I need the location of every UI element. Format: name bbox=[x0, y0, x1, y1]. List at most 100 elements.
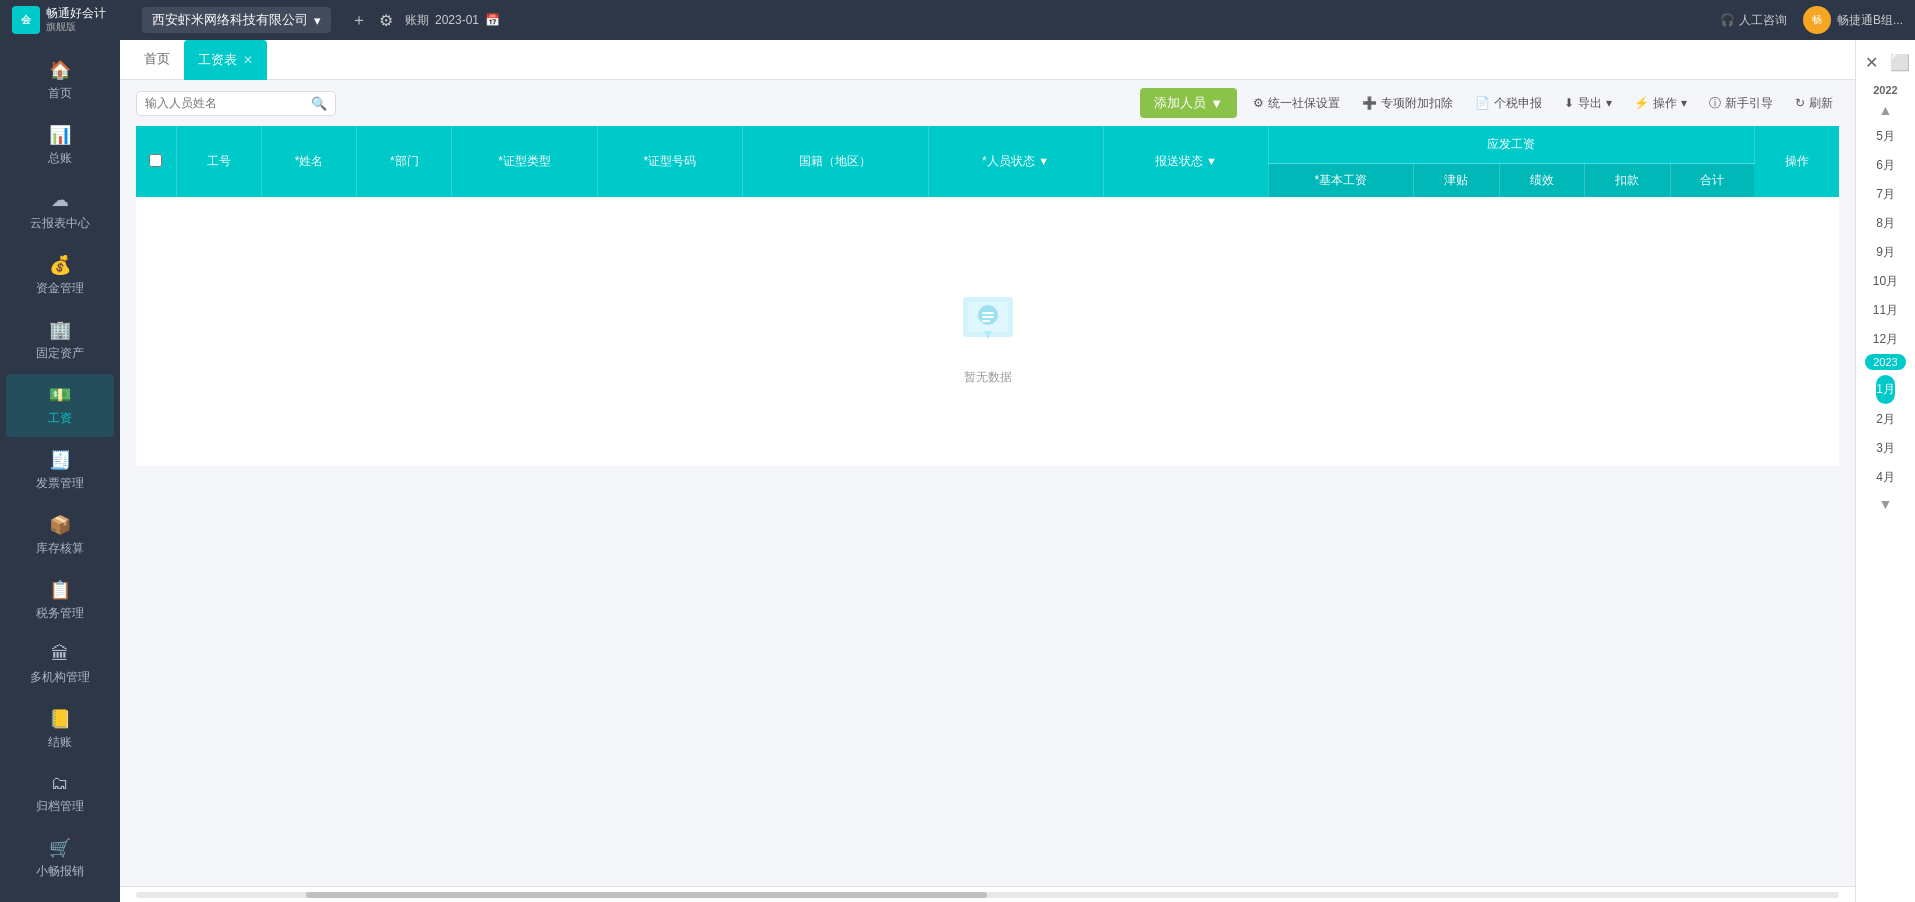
period-label-text: 账期 bbox=[405, 12, 429, 29]
sidebar-item-inventory[interactable]: 📦 库存核算 bbox=[6, 504, 114, 567]
header-actions: ＋ ⚙ 账期 2023-01 📅 bbox=[351, 10, 1720, 31]
sidebar-item-assets[interactable]: 🏢 固定资产 bbox=[6, 309, 114, 372]
add-button[interactable]: ＋ bbox=[351, 10, 367, 31]
empty-state: 暂无数据 bbox=[136, 197, 1839, 466]
month-oct-2022[interactable]: 10月 bbox=[1856, 267, 1915, 296]
operations-btn[interactable]: ⚡ 操作 ▾ bbox=[1628, 91, 1693, 116]
multi-org-icon: 🏛 bbox=[51, 644, 69, 665]
sidebar-item-label: 库存核算 bbox=[36, 540, 84, 557]
tab-bar: 首页 工资表 ✕ bbox=[120, 40, 1855, 80]
special-deduction-btn[interactable]: ➕ 专项附加扣除 bbox=[1356, 91, 1459, 116]
select-all-checkbox[interactable] bbox=[149, 154, 162, 167]
company-name: 西安虾米网络科技有限公司 bbox=[152, 11, 308, 29]
scroll-up-icon[interactable]: ▲ bbox=[1874, 98, 1898, 122]
inventory-icon: 📦 bbox=[49, 514, 71, 536]
headset-icon: 🎧 bbox=[1720, 13, 1735, 27]
sidebar-item-invoice[interactable]: 🧾 发票管理 bbox=[6, 439, 114, 502]
sidebar-item-home[interactable]: 🏠 首页 bbox=[6, 49, 114, 112]
month-apr-2023[interactable]: 4月 bbox=[1856, 463, 1915, 492]
archive-icon: 🗂 bbox=[51, 773, 69, 794]
th-checkbox[interactable] bbox=[136, 126, 176, 197]
calendar-icon[interactable]: 📅 bbox=[485, 13, 500, 27]
sidebar-item-cloud-report[interactable]: ☁ 云报表中心 bbox=[6, 179, 114, 242]
month-jan-2023[interactable]: 1月 bbox=[1876, 375, 1895, 404]
month-may-2022[interactable]: 5月 bbox=[1856, 122, 1915, 151]
logo-area: 会 畅通好会计 旗舰版 bbox=[12, 6, 132, 34]
month-mar-2023[interactable]: 3月 bbox=[1856, 434, 1915, 463]
th-name: *姓名 bbox=[261, 126, 356, 197]
tab-salary[interactable]: 工资表 ✕ bbox=[184, 40, 267, 80]
export-btn[interactable]: ⬇ 导出 ▾ bbox=[1558, 91, 1618, 116]
sidebar: 🏠 首页 📊 总账 ☁ 云报表中心 💰 资金管理 🏢 固定资产 💵 工资 🧾 发… bbox=[0, 40, 120, 902]
sidebar-item-multi-org[interactable]: 🏛 多机构管理 bbox=[6, 634, 114, 696]
sidebar-item-label: 固定资产 bbox=[36, 345, 84, 362]
settings-icon-button[interactable]: ⚙ bbox=[379, 11, 393, 30]
toolbar: 🔍 添加人员 ▼ ⚙ 统一社保设置 ➕ 专项附加扣除 📄 个税申报 bbox=[120, 80, 1855, 126]
report-filter-icon[interactable]: ▼ bbox=[1206, 155, 1217, 167]
scroll-down-icon[interactable]: ▼ bbox=[1874, 492, 1898, 516]
search-input[interactable] bbox=[145, 96, 311, 110]
year-2023-badge[interactable]: 2023 bbox=[1865, 354, 1905, 370]
scroll-thumb[interactable] bbox=[306, 892, 987, 898]
add-person-button[interactable]: 添加人员 ▼ bbox=[1140, 88, 1237, 118]
salary-icon: 💵 bbox=[49, 384, 71, 406]
invoice-icon: 🧾 bbox=[49, 449, 71, 471]
sidebar-item-label: 多机构管理 bbox=[30, 669, 90, 686]
assets-icon: 🏢 bbox=[49, 319, 71, 341]
scroll-bar bbox=[120, 886, 1855, 902]
guide-circle-icon: ⓘ bbox=[1709, 95, 1721, 112]
status-filter-icon[interactable]: ▼ bbox=[1038, 155, 1049, 167]
sidebar-item-label: 工资 bbox=[48, 410, 72, 427]
right-date-panel: ✕ ⬜ 2022 ▲ 5月 6月 7月 8月 9月 10月 11月 12月 20… bbox=[1855, 40, 1915, 902]
social-security-btn[interactable]: ⚙ 统一社保设置 bbox=[1247, 91, 1346, 116]
th-id: 工号 bbox=[176, 126, 261, 197]
sidebar-item-ledger[interactable]: 📊 总账 bbox=[6, 114, 114, 177]
guide-btn[interactable]: ⓘ 新手引导 bbox=[1703, 91, 1779, 116]
search-icon: 🔍 bbox=[311, 96, 327, 111]
month-nov-2022[interactable]: 11月 bbox=[1856, 296, 1915, 325]
month-feb-2023[interactable]: 2月 bbox=[1856, 405, 1915, 434]
close-window-btn[interactable]: ✕ bbox=[1862, 52, 1882, 72]
sidebar-item-tax[interactable]: 📋 税务管理 bbox=[6, 569, 114, 632]
sidebar-item-label: 总账 bbox=[48, 150, 72, 167]
window-controls: ✕ ⬜ bbox=[1856, 48, 1915, 80]
th-status[interactable]: *人员状态 ▼ bbox=[928, 126, 1103, 197]
sidebar-item-settings[interactable]: ⚙ 基础设置 bbox=[6, 892, 114, 902]
month-aug-2022[interactable]: 8月 bbox=[1856, 209, 1915, 238]
salary-table: 工号 *姓名 *部门 *证型类型 *证型号码 国籍（地区） *人员状态 ▼ 报送… bbox=[136, 126, 1839, 466]
month-jun-2022[interactable]: 6月 bbox=[1856, 151, 1915, 180]
tab-home[interactable]: 首页 bbox=[130, 40, 184, 80]
table-wrap: 工号 *姓名 *部门 *证型类型 *证型号码 国籍（地区） *人员状态 ▼ 报送… bbox=[120, 126, 1855, 886]
th-report[interactable]: 报送状态 ▼ bbox=[1103, 126, 1268, 197]
sidebar-item-close-accounts[interactable]: 📒 结账 bbox=[6, 698, 114, 761]
sidebar-item-funds[interactable]: 💰 资金管理 bbox=[6, 244, 114, 307]
maximize-window-btn[interactable]: ⬜ bbox=[1890, 52, 1910, 72]
month-dec-2022[interactable]: 12月 bbox=[1856, 325, 1915, 354]
header-right: 🎧 人工咨询 畅 畅捷通B组... bbox=[1720, 6, 1903, 34]
company-selector[interactable]: 西安虾米网络科技有限公司 ▾ bbox=[142, 7, 331, 33]
tab-close-icon[interactable]: ✕ bbox=[243, 53, 253, 67]
th-performance: 绩效 bbox=[1499, 164, 1584, 198]
th-subsidy: 津贴 bbox=[1414, 164, 1499, 198]
chevron-down-icon: ▾ bbox=[314, 13, 321, 28]
sidebar-item-expense[interactable]: 🛒 小畅报销 bbox=[6, 827, 114, 890]
sidebar-item-label: 结账 bbox=[48, 734, 72, 751]
year-2022-label: 2022 bbox=[1873, 84, 1897, 96]
human-service-btn[interactable]: 🎧 人工咨询 bbox=[1720, 12, 1787, 29]
tax-report-btn[interactable]: 📄 个税申报 bbox=[1469, 91, 1548, 116]
expense-icon: 🛒 bbox=[49, 837, 71, 859]
th-basic: *基本工资 bbox=[1268, 164, 1413, 198]
app-name: 畅通好会计 bbox=[46, 6, 106, 20]
svg-rect-4 bbox=[982, 316, 994, 318]
refresh-btn[interactable]: ↻ 刷新 bbox=[1789, 91, 1839, 116]
th-deduction: 扣款 bbox=[1585, 164, 1670, 198]
sidebar-item-archive[interactable]: 🗂 归档管理 bbox=[6, 763, 114, 825]
th-cert-no: *证型号码 bbox=[597, 126, 742, 197]
sidebar-item-salary[interactable]: 💵 工资 bbox=[6, 374, 114, 437]
user-avatar-area[interactable]: 畅 畅捷通B组... bbox=[1803, 6, 1903, 34]
sidebar-item-label: 资金管理 bbox=[36, 280, 84, 297]
month-jul-2022[interactable]: 7月 bbox=[1856, 180, 1915, 209]
empty-illustration bbox=[948, 277, 1028, 357]
avatar: 畅 bbox=[1803, 6, 1831, 34]
month-sep-2022[interactable]: 9月 bbox=[1856, 238, 1915, 267]
